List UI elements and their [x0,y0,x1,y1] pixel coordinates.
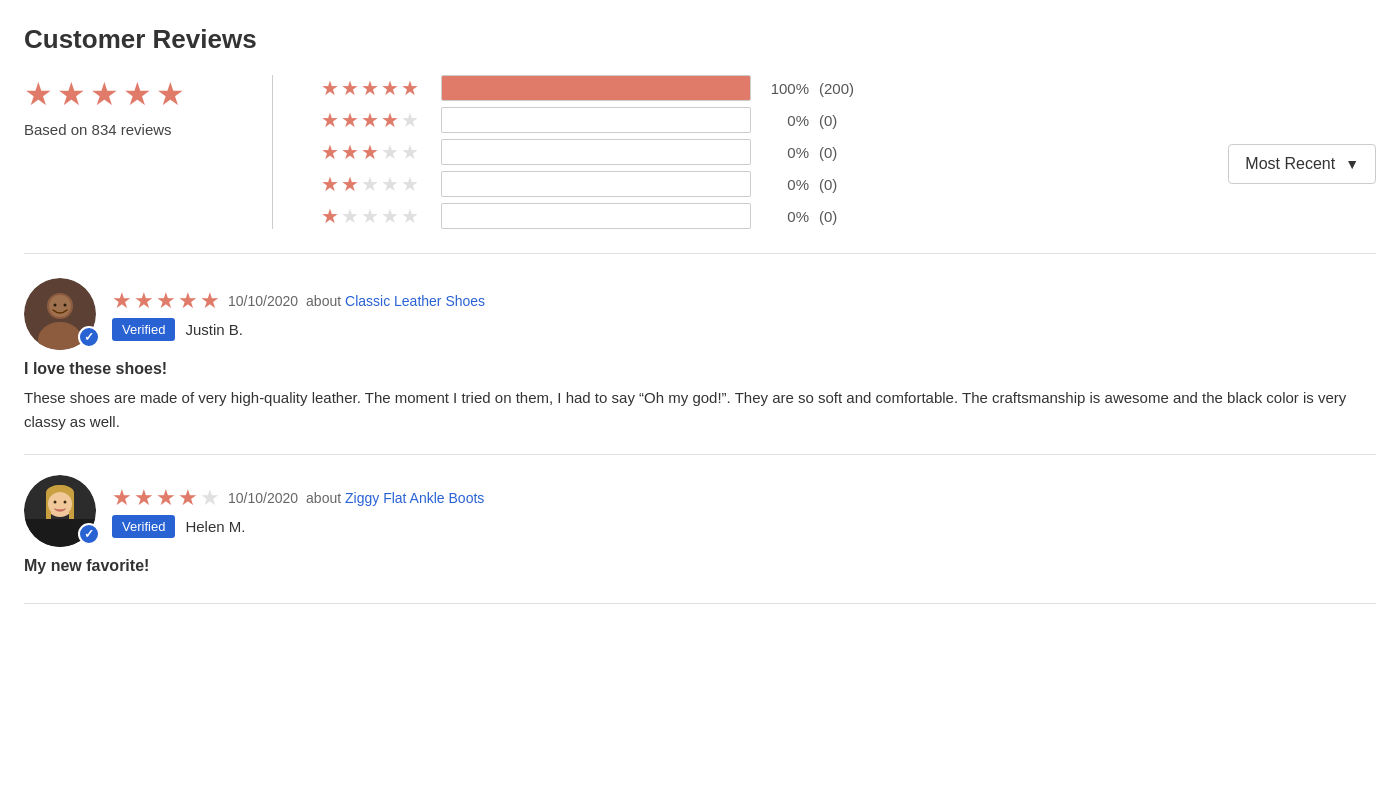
rating-row-5: ★ ★ ★ ★ ★ 100% (200) [321,75,1376,101]
pct-label-4: 0% [761,112,809,129]
rating-bars: ★ ★ ★ ★ ★ 100% (200) ★ ★ ★ ★ ★ [321,75,1376,229]
verified-badge-1: ✓ [78,326,100,348]
svg-point-15 [64,501,67,504]
svg-point-14 [54,501,57,504]
rating-row-1: ★ ★ ★ ★ ★ 0% (0) [321,203,1376,229]
checkmark-icon-1: ✓ [84,330,94,344]
row-stars-2: ★ ★ ★ ★ ★ [321,172,431,196]
review-meta-1: ★ ★ ★ ★ ★ 10/10/2020 about Classic Leath… [112,288,485,341]
count-label-1: (0) [819,208,859,225]
review-about-2: about Ziggy Flat Ankle Boots [306,490,484,506]
review-stars-line-1: ★ ★ ★ ★ ★ 10/10/2020 about Classic Leath… [112,288,485,314]
svg-point-13 [48,492,72,516]
pct-label-5: 100% [761,80,809,97]
author-name-1: Justin B. [185,321,243,338]
review-title-1: I love these shoes! [24,360,1376,378]
page-title: Customer Reviews [24,24,1376,55]
pct-label-2: 0% [761,176,809,193]
review-about-1: about Classic Leather Shoes [306,293,485,309]
count-label-5: (200) [819,80,859,97]
review-stars-line-2: ★ ★ ★ ★ ★ 10/10/2020 about Ziggy Flat An… [112,485,484,511]
review-star-row-2: ★ ★ ★ ★ ★ [112,485,220,511]
based-on-text: Based on 834 reviews [24,121,224,138]
overall-rating: ★ ★ ★ ★ ★ Based on 834 reviews [24,75,224,138]
review-header-2: ✓ ★ ★ ★ ★ ★ 10/10/2020 about Ziggy Flat [24,475,1376,547]
avatar-wrap-1: ✓ [24,278,96,350]
rating-divider [272,75,273,229]
bar-container-3 [441,139,751,165]
review-date-1: 10/10/2020 [228,293,298,309]
big-star-1: ★ [24,75,53,113]
bar-container-1 [441,203,751,229]
review-item: ✓ ★ ★ ★ ★ ★ 10/10/2020 about Classic Lea [24,278,1376,455]
product-link-1[interactable]: Classic Leather Shoes [345,293,485,309]
bar-container-5 [441,75,751,101]
pct-label-1: 0% [761,208,809,225]
row-stars-4: ★ ★ ★ ★ ★ [321,108,431,132]
review-meta-2: ★ ★ ★ ★ ★ 10/10/2020 about Ziggy Flat An… [112,485,484,538]
big-star-3: ★ [90,75,119,113]
review-title-2: My new favorite! [24,557,1376,575]
count-label-4: (0) [819,112,859,129]
bar-fill-5 [442,76,750,100]
bar-container-4 [441,107,751,133]
row-stars-1: ★ ★ ★ ★ ★ [321,204,431,228]
count-label-3: (0) [819,144,859,161]
author-name-2: Helen M. [185,518,245,535]
big-star-5: ★ [156,75,185,113]
count-label-2: (0) [819,176,859,193]
review-body-1: These shoes are made of very high-qualit… [24,386,1376,434]
product-link-2[interactable]: Ziggy Flat Ankle Boots [345,490,484,506]
review-header-1: ✓ ★ ★ ★ ★ ★ 10/10/2020 about Classic Lea [24,278,1376,350]
bar-container-2 [441,171,751,197]
reviews-list: ✓ ★ ★ ★ ★ ★ 10/10/2020 about Classic Lea [24,278,1376,604]
avatar-wrap-2: ✓ [24,475,96,547]
review-author-line-1: Verified Justin B. [112,318,485,341]
chevron-down-icon: ▼ [1345,156,1359,172]
row-stars-3: ★ ★ ★ ★ ★ [321,140,431,164]
svg-point-5 [64,304,67,307]
rating-summary: ★ ★ ★ ★ ★ Based on 834 reviews ★ ★ ★ ★ ★… [24,75,1376,254]
sort-dropdown[interactable]: Most Recent ▼ [1228,144,1376,184]
checkmark-icon-2: ✓ [84,527,94,541]
rating-row-4: ★ ★ ★ ★ ★ 0% (0) [321,107,1376,133]
verified-tag-1: Verified [112,318,175,341]
svg-point-4 [54,304,57,307]
rating-row-3: ★ ★ ★ ★ ★ 0% (0) [321,139,1376,165]
overall-stars: ★ ★ ★ ★ ★ [24,75,224,113]
rating-row-2: ★ ★ ★ ★ ★ 0% (0) [321,171,1376,197]
review-author-line-2: Verified Helen M. [112,515,484,538]
row-stars-5: ★ ★ ★ ★ ★ [321,76,431,100]
sort-label: Most Recent [1245,155,1335,173]
verified-badge-2: ✓ [78,523,100,545]
big-star-2: ★ [57,75,86,113]
review-star-row-1: ★ ★ ★ ★ ★ [112,288,220,314]
pct-label-3: 0% [761,144,809,161]
verified-tag-2: Verified [112,515,175,538]
review-item-2: ✓ ★ ★ ★ ★ ★ 10/10/2020 about Ziggy Flat [24,475,1376,604]
big-star-4: ★ [123,75,152,113]
review-date-2: 10/10/2020 [228,490,298,506]
